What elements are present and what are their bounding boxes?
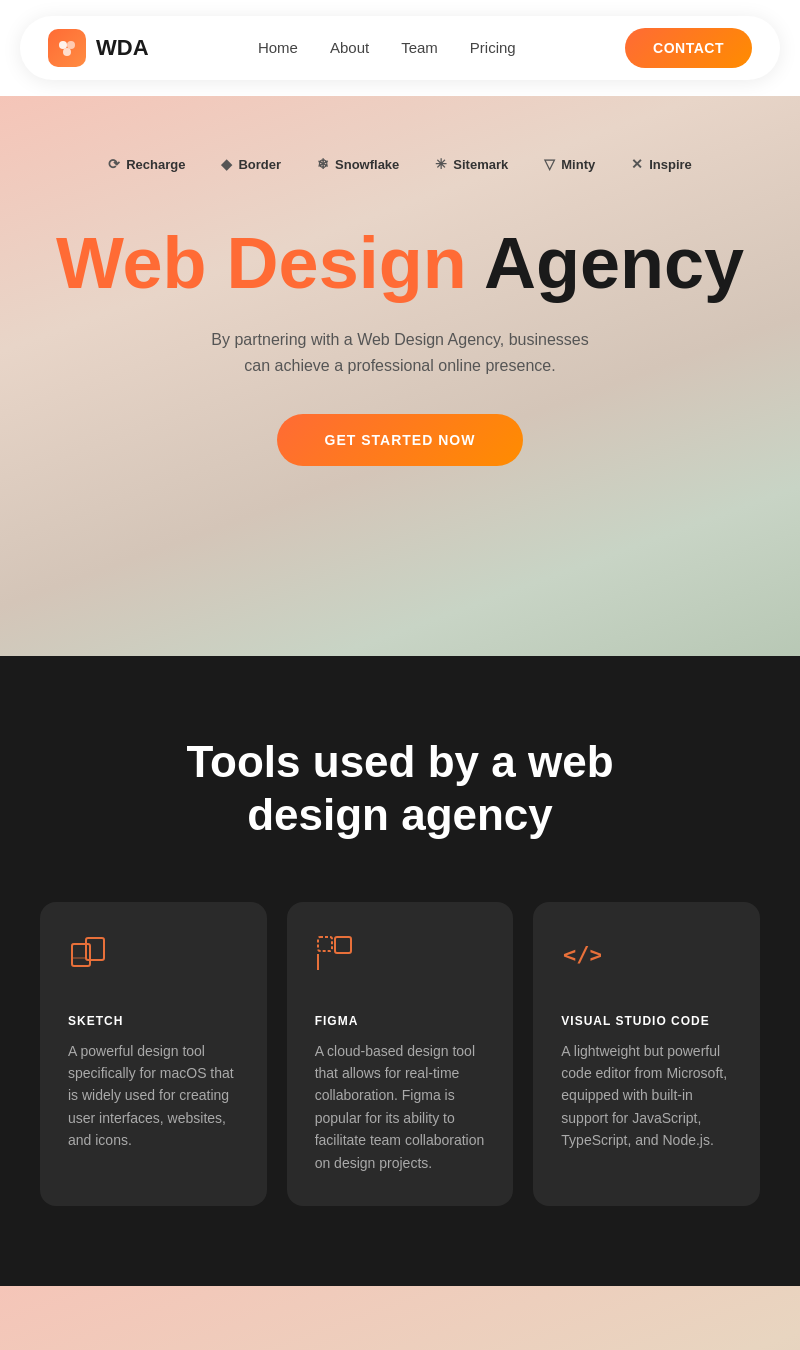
brand-snowflake: ❄ Snowflake (317, 156, 399, 172)
nav-link-home[interactable]: Home (258, 39, 298, 56)
main-task-section: CHANGEBY DESIGN TIM BROWN THE MAIN TASK … (0, 1286, 800, 1350)
vscode-name: VISUAL STUDIO CODE (561, 1014, 732, 1028)
svg-point-1 (67, 41, 75, 49)
svg-rect-6 (318, 937, 332, 951)
figma-name: FIGMA (315, 1014, 486, 1028)
hero-title-normal: Agency (484, 223, 744, 303)
get-started-button[interactable]: GET STARTED NOW (277, 414, 524, 466)
brand-sitemark: ✳ Sitemark (435, 156, 508, 172)
sketch-desc: A powerful design tool specifically for … (68, 1040, 239, 1152)
navbar: WDA Home About Team Pricing CONTACT (20, 16, 780, 80)
hero-title: Web Design Agency (56, 224, 744, 303)
brand-minty: ▽ Minty (544, 156, 595, 172)
brand-logos: ⟳ Recharge ◆ Border ❄ Snowflake ✳ Sitema… (108, 156, 692, 172)
minty-icon: ▽ (544, 156, 555, 172)
tool-card-figma: FIGMA A cloud-based design tool that all… (287, 902, 514, 1206)
brand-inspire: ✕ Inspire (631, 156, 692, 172)
svg-rect-5 (72, 944, 86, 958)
hero-section: ⟳ Recharge ◆ Border ❄ Snowflake ✳ Sitema… (0, 96, 800, 656)
logo-area: WDA (48, 29, 149, 67)
logo-icon (48, 29, 86, 67)
nav-link-team[interactable]: Team (401, 39, 438, 56)
brand-recharge: ⟳ Recharge (108, 156, 185, 172)
figma-desc: A cloud-based design tool that allows fo… (315, 1040, 486, 1174)
tools-grid: SKETCH A powerful design tool specifical… (40, 902, 760, 1206)
snowflake-icon: ❄ (317, 156, 329, 172)
inspire-icon: ✕ (631, 156, 643, 172)
tools-title: Tools used by a web design agency (150, 736, 650, 842)
sketch-name: SKETCH (68, 1014, 239, 1028)
svg-point-2 (63, 48, 71, 56)
border-icon: ◆ (221, 156, 232, 172)
logo-text: WDA (96, 35, 149, 61)
vscode-desc: A lightweight but powerful code editor f… (561, 1040, 732, 1152)
recharge-icon: ⟳ (108, 156, 120, 172)
contact-button[interactable]: CONTACT (625, 28, 752, 68)
tool-card-sketch: SKETCH A powerful design tool specifical… (40, 902, 267, 1206)
svg-text:</>: </> (563, 942, 601, 967)
svg-rect-3 (72, 944, 90, 966)
nav-links: Home About Team Pricing (258, 39, 516, 57)
nav-link-about[interactable]: About (330, 39, 369, 56)
svg-point-0 (59, 41, 67, 49)
sitemark-icon: ✳ (435, 156, 447, 172)
svg-rect-4 (86, 938, 104, 960)
brand-border: ◆ Border (221, 156, 281, 172)
nav-link-pricing[interactable]: Pricing (470, 39, 516, 56)
tools-section: Tools used by a web design agency SKETCH… (0, 656, 800, 1286)
hero-title-highlight: Web Design (56, 223, 467, 303)
hero-subtitle: By partnering with a Web Design Agency, … (200, 327, 600, 378)
svg-rect-7 (335, 937, 351, 953)
tool-card-vscode: </> VISUAL STUDIO CODE A lightweight but… (533, 902, 760, 1206)
figma-icon (315, 934, 486, 974)
vscode-icon: </> (561, 934, 732, 974)
sketch-icon (68, 934, 239, 974)
